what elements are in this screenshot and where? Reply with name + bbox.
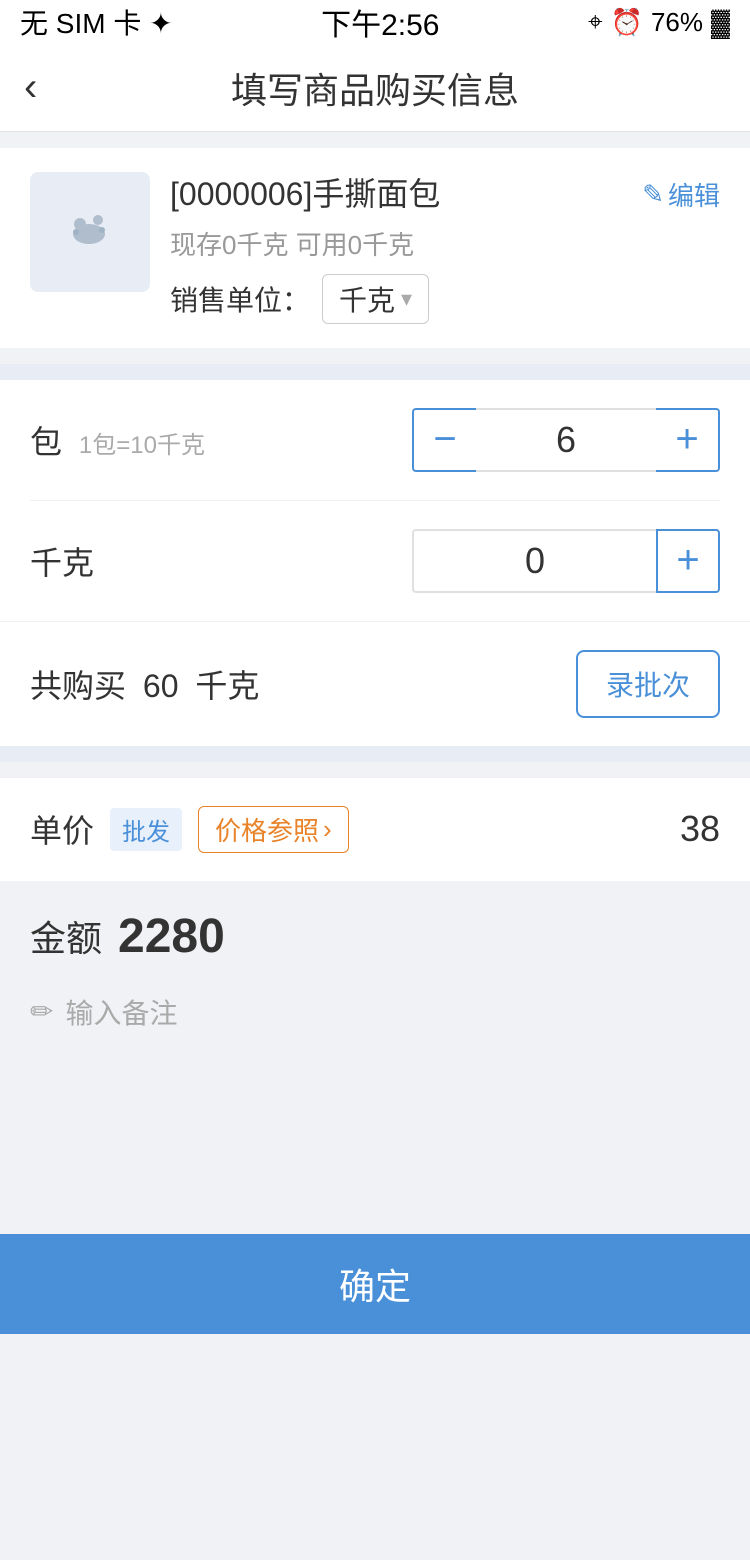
sim-status: 无 SIM 卡 ✦: [20, 2, 173, 42]
unit-value: 千克: [339, 279, 395, 319]
nav-bar: ‹ 填写商品购买信息: [0, 44, 750, 132]
price-ref-button[interactable]: 价格参照 ›: [198, 806, 349, 853]
product-stock: 现存0千克 可用0千克: [170, 225, 720, 262]
amount-value: 2280: [118, 909, 225, 964]
status-left: 无 SIM 卡 ✦: [20, 2, 173, 42]
kg-input[interactable]: [412, 529, 656, 593]
location-icon: ⌖: [588, 6, 603, 38]
package-label-group: 包 1包=10千克: [30, 417, 205, 463]
chevron-right-icon: ›: [323, 814, 332, 845]
confirm-button[interactable]: 确定: [0, 1234, 750, 1334]
edit-button[interactable]: ✎ 编辑: [642, 176, 720, 213]
alarm-icon: ⏰: [611, 7, 643, 38]
total-text: 共购买 60 千克: [30, 661, 259, 707]
package-row: 包 1包=10千克 − +: [30, 380, 720, 501]
remark-placeholder: 输入备注: [65, 992, 177, 1032]
chevron-down-icon: ▾: [401, 286, 412, 312]
product-name: [0000006]手撕面包: [170, 172, 720, 217]
kg-row: 千克 +: [30, 501, 720, 621]
battery-level: 76%: [651, 7, 703, 38]
status-bar: 无 SIM 卡 ✦ 下午2:56 ⌖ ⏰ 76% ▓: [0, 0, 750, 44]
batch-button[interactable]: 录批次: [576, 650, 720, 718]
package-plus-button[interactable]: +: [656, 408, 720, 472]
package-input[interactable]: [476, 408, 656, 472]
package-hint: 1包=10千克: [79, 432, 205, 459]
product-card: [0000006]手撕面包 现存0千克 可用0千克 销售单位： 千克 ▾ ✎ 编…: [0, 148, 750, 348]
pencil-icon: ✏: [30, 995, 53, 1028]
section-divider-2: [0, 746, 750, 762]
total-row: 共购买 60 千克 录批次: [0, 621, 750, 746]
edit-icon: ✎: [642, 179, 664, 210]
unit-select[interactable]: 千克 ▾: [322, 274, 429, 324]
amount-label: 金额: [30, 910, 102, 962]
kg-input-group: +: [412, 529, 720, 593]
kg-plus-button[interactable]: +: [656, 529, 720, 593]
product-image: [30, 172, 150, 292]
price-ref-label: 价格参照: [215, 811, 319, 848]
price-tag: 批发: [110, 808, 182, 851]
page-title: 填写商品购买信息: [231, 62, 519, 114]
package-label: 包: [30, 424, 62, 460]
remark-row[interactable]: ✏ 输入备注: [30, 980, 720, 1060]
amount-row: 金额 2280: [30, 909, 720, 980]
section-divider: [0, 364, 750, 380]
price-row: 单价 批发 价格参照 › 38: [30, 806, 720, 853]
battery-icon: ▓: [711, 7, 730, 38]
price-section: 单价 批发 价格参照 › 38: [0, 778, 750, 881]
amount-section: 金额 2280 ✏ 输入备注: [0, 881, 750, 1060]
product-unit-row: 销售单位： 千克 ▾: [170, 274, 720, 324]
status-time: 下午2:56: [321, 0, 439, 44]
package-minus-button[interactable]: −: [412, 408, 476, 472]
input-section: 包 1包=10千克 − + 千克 +: [0, 380, 750, 621]
total-amount: 60: [143, 668, 179, 704]
back-button[interactable]: ‹: [24, 65, 37, 110]
package-stepper: − +: [412, 408, 720, 472]
product-info: [0000006]手撕面包 现存0千克 可用0千克 销售单位： 千克 ▾: [170, 172, 720, 324]
unit-label: 销售单位：: [170, 279, 310, 319]
price-label: 单价: [30, 806, 94, 852]
total-prefix: 共购买: [30, 668, 126, 704]
price-value: 38: [680, 808, 720, 850]
status-right: ⌖ ⏰ 76% ▓: [588, 6, 730, 38]
total-unit: 千克: [195, 668, 259, 704]
kg-label: 千克: [30, 538, 94, 584]
